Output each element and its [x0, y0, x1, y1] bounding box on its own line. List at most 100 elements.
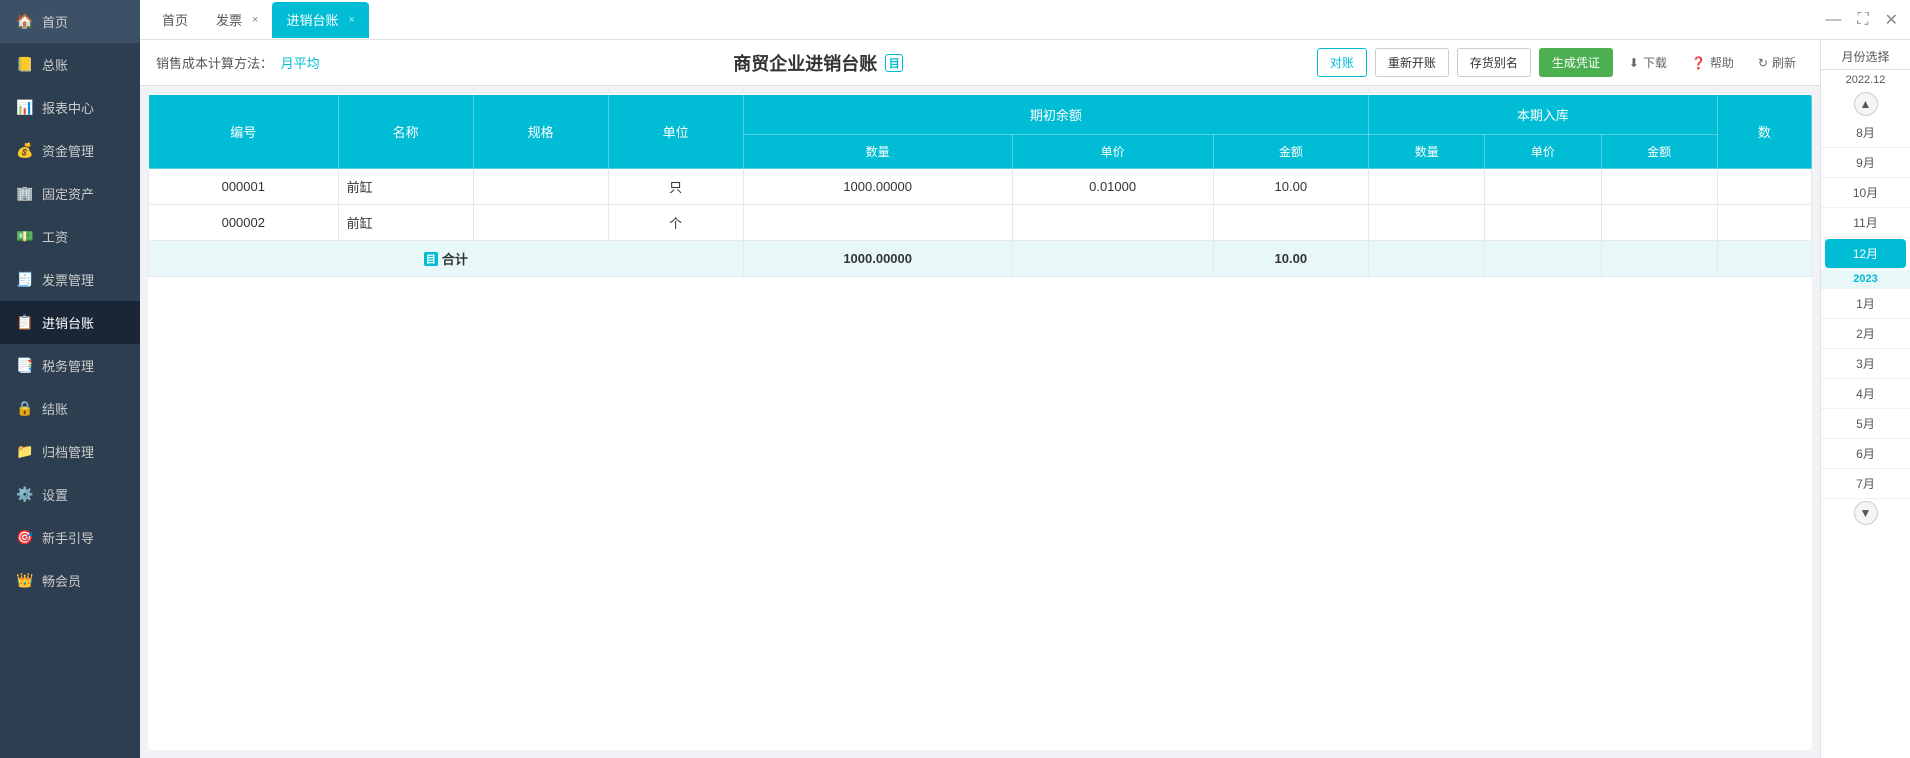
col-header-opening-price: 单价: [1012, 135, 1213, 169]
total-opening-qty: 1000.00000: [743, 241, 1012, 277]
sidebar-label-settings: 设置: [42, 485, 68, 504]
sidebar-item-home[interactable]: 🏠首页: [0, 0, 140, 43]
sidebar-label-invoice-mgmt: 发票管理: [42, 270, 94, 289]
cell-extra: [1717, 205, 1811, 241]
months-2022-list: 8月9月10月11月12月: [1821, 118, 1910, 270]
tab-bar: 首页发票×进销台账× — ⛶ ✕: [140, 0, 1910, 40]
sidebar-label-archive-mgmt: 归档管理: [42, 442, 94, 461]
cost-method-value: 月平均: [281, 56, 320, 71]
sidebar-icon-settings: ⚙️: [16, 486, 34, 504]
tab-home-tab[interactable]: 首页: [148, 2, 202, 38]
month-item-8月[interactable]: 8月: [1821, 118, 1910, 148]
sidebar-item-fixed-assets[interactable]: 🏢固定资产: [0, 172, 140, 215]
sidebar-icon-home: 🏠: [16, 13, 34, 31]
total-extra: [1717, 241, 1811, 277]
sidebar-icon-tax-mgmt: 📑: [16, 357, 34, 375]
month-nav-down-button[interactable]: ▼: [1854, 501, 1878, 525]
month-panel-title: 月份选择: [1821, 40, 1910, 70]
total-in-price: [1485, 241, 1601, 277]
page-container: 销售成本计算方法： 月平均 商贸企业进销台账 目 对账 重新开账 存货别名 生成…: [140, 40, 1910, 758]
maximize-button[interactable]: ⛶: [1853, 9, 1872, 31]
month-item-2023-5月[interactable]: 5月: [1821, 409, 1910, 439]
sidebar-icon-archive-mgmt: 📁: [16, 443, 34, 461]
sidebar-item-closing[interactable]: 🔒 结账: [0, 387, 140, 430]
help-icon: ❓: [1691, 56, 1706, 70]
sidebar-label-reports: 报表中心: [42, 98, 94, 117]
table-wrapper: 编号 名称 规格 单位 期初余额 本期入库 数 数量 单价 金额 数: [148, 94, 1812, 750]
cell-opening-qty: 1000.00000: [743, 169, 1012, 205]
tab-invoice-tab[interactable]: 发票 ×: [202, 2, 272, 38]
cell-name: 前缸: [338, 205, 473, 241]
month-item-2023-7月[interactable]: 7月: [1821, 469, 1910, 499]
month-item-2023-4月[interactable]: 4月: [1821, 379, 1910, 409]
sidebar-item-new-guide[interactable]: 🎯 新手引导: [0, 516, 140, 559]
cell-in-price: [1485, 205, 1601, 241]
sidebar-item-salary[interactable]: 💵 工资: [0, 215, 140, 258]
reopen-button[interactable]: 重新开账: [1375, 48, 1449, 77]
month-panel: 月份选择 2022.12 ▲ 8月9月10月11月12月 2023 1月2月3月…: [1820, 40, 1910, 758]
sidebar-icon-new-guide: 🎯: [16, 529, 34, 547]
cell-spec: [473, 169, 608, 205]
sidebar-icon-closing: 🔒: [16, 400, 34, 418]
sidebar-item-purchase-sales[interactable]: 📋进销台账: [0, 301, 140, 344]
sidebar-icon-general-ledger: 📒: [16, 56, 34, 74]
cell-in-price: [1485, 169, 1601, 205]
sidebar-label-salary: 工资: [42, 227, 68, 246]
sidebar-icon-reports: 📊: [16, 99, 34, 117]
sidebar-icon-invoice-mgmt: 🧾: [16, 271, 34, 289]
tab-label-invoice-tab: 发票: [216, 10, 242, 29]
total-opening-price: [1012, 241, 1213, 277]
year-2023-label: 2023: [1821, 270, 1910, 289]
match-button[interactable]: 对账: [1317, 48, 1367, 77]
page-title: 商贸企业进销台账 目: [328, 50, 1309, 76]
table-row[interactable]: 000001 前缸 只 1000.00000 0.01000 10.00: [149, 169, 1812, 205]
total-opening-amount: 10.00: [1213, 241, 1369, 277]
sidebar-item-reports[interactable]: 📊 报表中心: [0, 86, 140, 129]
help-button[interactable]: ❓ 帮助: [1683, 50, 1742, 75]
month-item-2023-2月[interactable]: 2月: [1821, 319, 1910, 349]
generate-voucher-button[interactable]: 生成凭证: [1539, 48, 1613, 77]
sidebar-label-new-guide: 新手引导: [42, 528, 94, 547]
sidebar-item-fund-mgmt[interactable]: 💰 资金管理: [0, 129, 140, 172]
close-button[interactable]: ✕: [1881, 8, 1902, 32]
refresh-button[interactable]: ↻ 刷新: [1750, 50, 1804, 75]
sidebar-label-fund-mgmt: 资金管理: [42, 141, 94, 160]
download-button[interactable]: ⬇ 下载: [1621, 50, 1675, 75]
table-row[interactable]: 000002 前缸 个: [149, 205, 1812, 241]
cell-in-amount: [1601, 205, 1717, 241]
sidebar-item-general-ledger[interactable]: 📒总账: [0, 43, 140, 86]
total-in-amount: [1601, 241, 1717, 277]
sidebar-icon-fund-mgmt: 💰: [16, 142, 34, 160]
tab-label-home-tab: 首页: [162, 10, 188, 29]
sidebar-item-archive-mgmt[interactable]: 📁 归档管理: [0, 430, 140, 473]
tab-close-purchase-sales-tab[interactable]: ×: [348, 14, 354, 26]
total-label: 合计: [442, 249, 468, 268]
sidebar-label-fixed-assets: 固定资产: [42, 184, 94, 203]
sidebar-item-settings[interactable]: ⚙️ 设置: [0, 473, 140, 516]
month-item-2023-6月[interactable]: 6月: [1821, 439, 1910, 469]
month-nav-up-button[interactable]: ▲: [1854, 92, 1878, 116]
tab-purchase-sales-tab[interactable]: 进销台账×: [272, 2, 368, 38]
col-header-extra: 数: [1717, 95, 1811, 169]
total-in-qty: [1369, 241, 1485, 277]
month-item-10月[interactable]: 10月: [1821, 178, 1910, 208]
minimize-button[interactable]: —: [1821, 9, 1845, 31]
month-item-12月[interactable]: 12月: [1825, 239, 1906, 269]
cell-opening-price: 0.01000: [1012, 169, 1213, 205]
save-alias-button[interactable]: 存货别名: [1457, 48, 1531, 77]
sidebar-item-tax-mgmt[interactable]: 📑税务管理: [0, 344, 140, 387]
month-item-9月[interactable]: 9月: [1821, 148, 1910, 178]
sidebar-label-vip: 畅会员: [42, 571, 81, 590]
total-label-cell: 目 合计: [149, 241, 744, 277]
month-item-2023-3月[interactable]: 3月: [1821, 349, 1910, 379]
month-item-2023-1月[interactable]: 1月: [1821, 289, 1910, 319]
sidebar-item-invoice-mgmt[interactable]: 🧾 发票管理: [0, 258, 140, 301]
info-icon[interactable]: 目: [885, 54, 903, 72]
sidebar-item-vip[interactable]: 👑畅会员: [0, 559, 140, 602]
month-item-11月[interactable]: 11月: [1821, 208, 1910, 238]
sidebar-icon-salary: 💵: [16, 228, 34, 246]
cell-unit: 只: [608, 169, 743, 205]
sidebar-label-closing: 结账: [42, 399, 68, 418]
col-header-opening-balance: 期初余额: [743, 95, 1368, 135]
tab-close-invoice-tab[interactable]: ×: [252, 14, 258, 26]
